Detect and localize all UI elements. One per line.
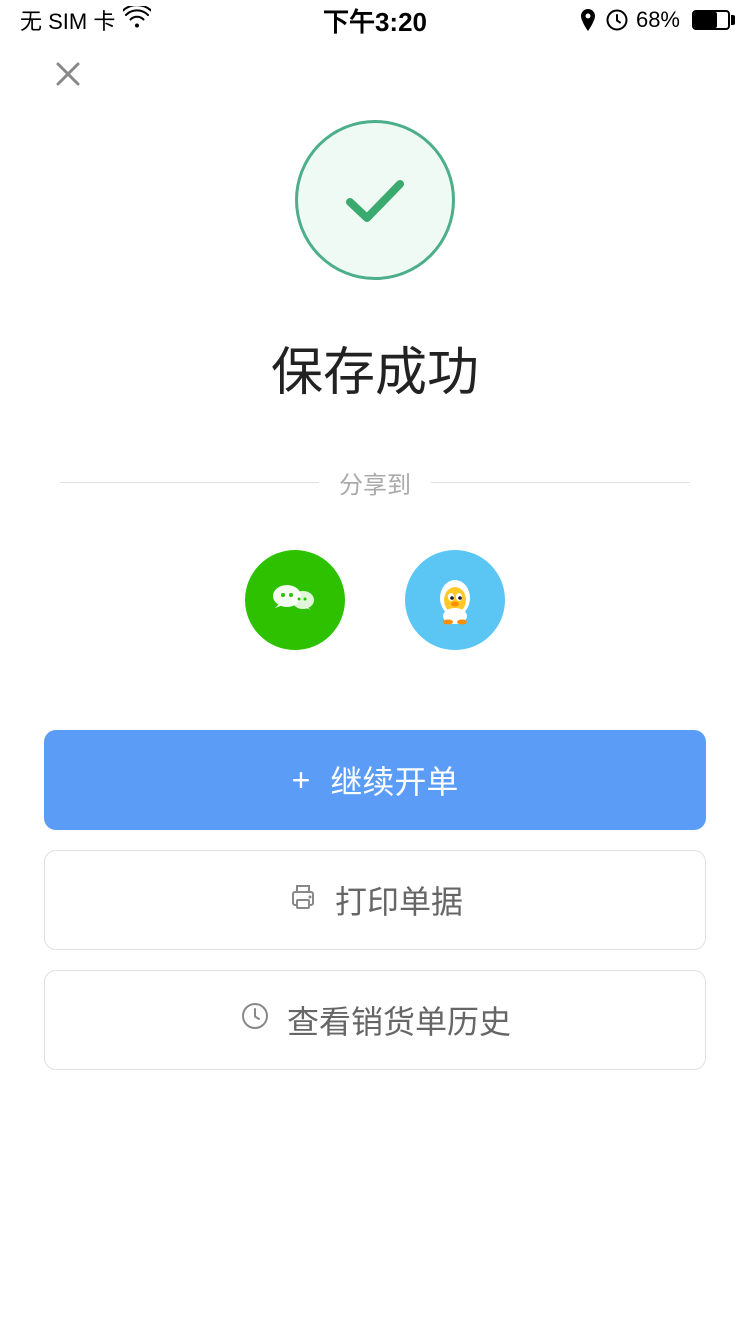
print-icon (287, 880, 319, 920)
print-label: 打印单据 (335, 877, 463, 923)
main-content: 保存成功 分享到 (0, 40, 750, 1070)
continue-button[interactable]: + 继续开单 (44, 730, 706, 830)
share-label: 分享到 (319, 465, 431, 500)
clock-icon (606, 9, 628, 31)
close-button[interactable] (44, 50, 92, 98)
status-bar: 无 SIM 卡 下午3:20 68% (0, 0, 750, 40)
wechat-icon (265, 570, 325, 630)
battery-icon (692, 10, 730, 30)
qq-share-button[interactable] (405, 550, 505, 650)
history-label: 查看销货单历史 (287, 997, 511, 1043)
status-time: 下午3:20 (323, 2, 427, 39)
continue-icon: + (292, 762, 311, 799)
sim-text: 无 SIM 卡 (20, 4, 115, 36)
print-button[interactable]: 打印单据 (44, 850, 706, 950)
wifi-icon (123, 6, 151, 34)
status-right: 68% (578, 7, 730, 33)
success-title: 保存成功 (271, 330, 479, 405)
history-icon (239, 1000, 271, 1040)
checkmark-icon (335, 160, 415, 240)
history-button[interactable]: 查看销货单历史 (44, 970, 706, 1070)
divider-line-right (431, 482, 690, 483)
continue-label: 继续开单 (330, 757, 458, 803)
location-icon (578, 8, 598, 32)
share-divider: 分享到 (0, 465, 750, 500)
share-icons-row (245, 550, 505, 650)
qq-icon (425, 570, 485, 630)
close-icon (52, 58, 84, 90)
battery-percentage: 68% (636, 7, 680, 33)
success-circle (295, 120, 455, 280)
action-buttons: + 继续开单 打印单据 查看销货单历史 (0, 730, 750, 1070)
divider-line-left (60, 482, 319, 483)
wechat-share-button[interactable] (245, 550, 345, 650)
status-left: 无 SIM 卡 (20, 4, 151, 36)
